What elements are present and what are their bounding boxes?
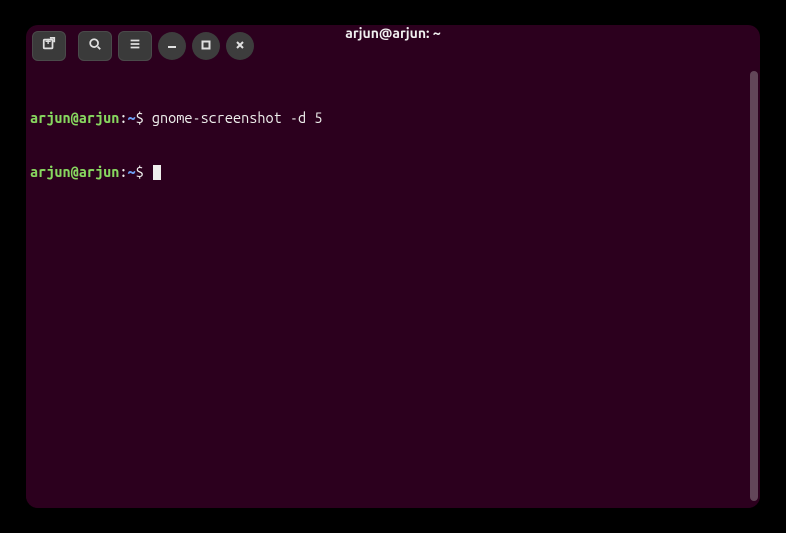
prompt-at: @	[71, 163, 79, 180]
new-tab-button[interactable]	[32, 31, 66, 61]
scrollbar[interactable]	[750, 71, 758, 501]
close-button[interactable]	[226, 32, 254, 60]
prompt-user: arjun	[30, 109, 71, 126]
command-text: gnome-screenshot -d 5	[152, 109, 323, 126]
minimize-icon	[166, 37, 178, 55]
terminal-line: arjun@arjun:~$ gnome-screenshot -d 5	[30, 109, 756, 127]
terminal-content[interactable]: arjun@arjun:~$ gnome-screenshot -d 5 arj…	[26, 67, 760, 508]
terminal-line: arjun@arjun:~$	[30, 163, 756, 181]
cursor	[153, 165, 161, 180]
close-icon	[234, 37, 246, 55]
maximize-button[interactable]	[192, 32, 220, 60]
prompt-symbol: $	[136, 109, 152, 126]
prompt-path: ~	[127, 109, 135, 126]
hamburger-icon	[128, 37, 142, 55]
prompt-path: ~	[127, 163, 135, 180]
new-tab-icon	[42, 37, 56, 55]
prompt-symbol: $	[136, 163, 152, 180]
search-button[interactable]	[78, 31, 112, 61]
prompt-at: @	[71, 109, 79, 126]
titlebar: arjun@arjun: ~	[26, 25, 760, 67]
minimize-button[interactable]	[158, 32, 186, 60]
prompt-user: arjun	[30, 163, 71, 180]
maximize-icon	[200, 37, 212, 55]
search-icon	[88, 37, 102, 55]
prompt-host: arjun	[79, 163, 120, 180]
menu-button[interactable]	[118, 31, 152, 61]
prompt-host: arjun	[79, 109, 120, 126]
terminal-window: arjun@arjun: ~	[26, 25, 760, 508]
